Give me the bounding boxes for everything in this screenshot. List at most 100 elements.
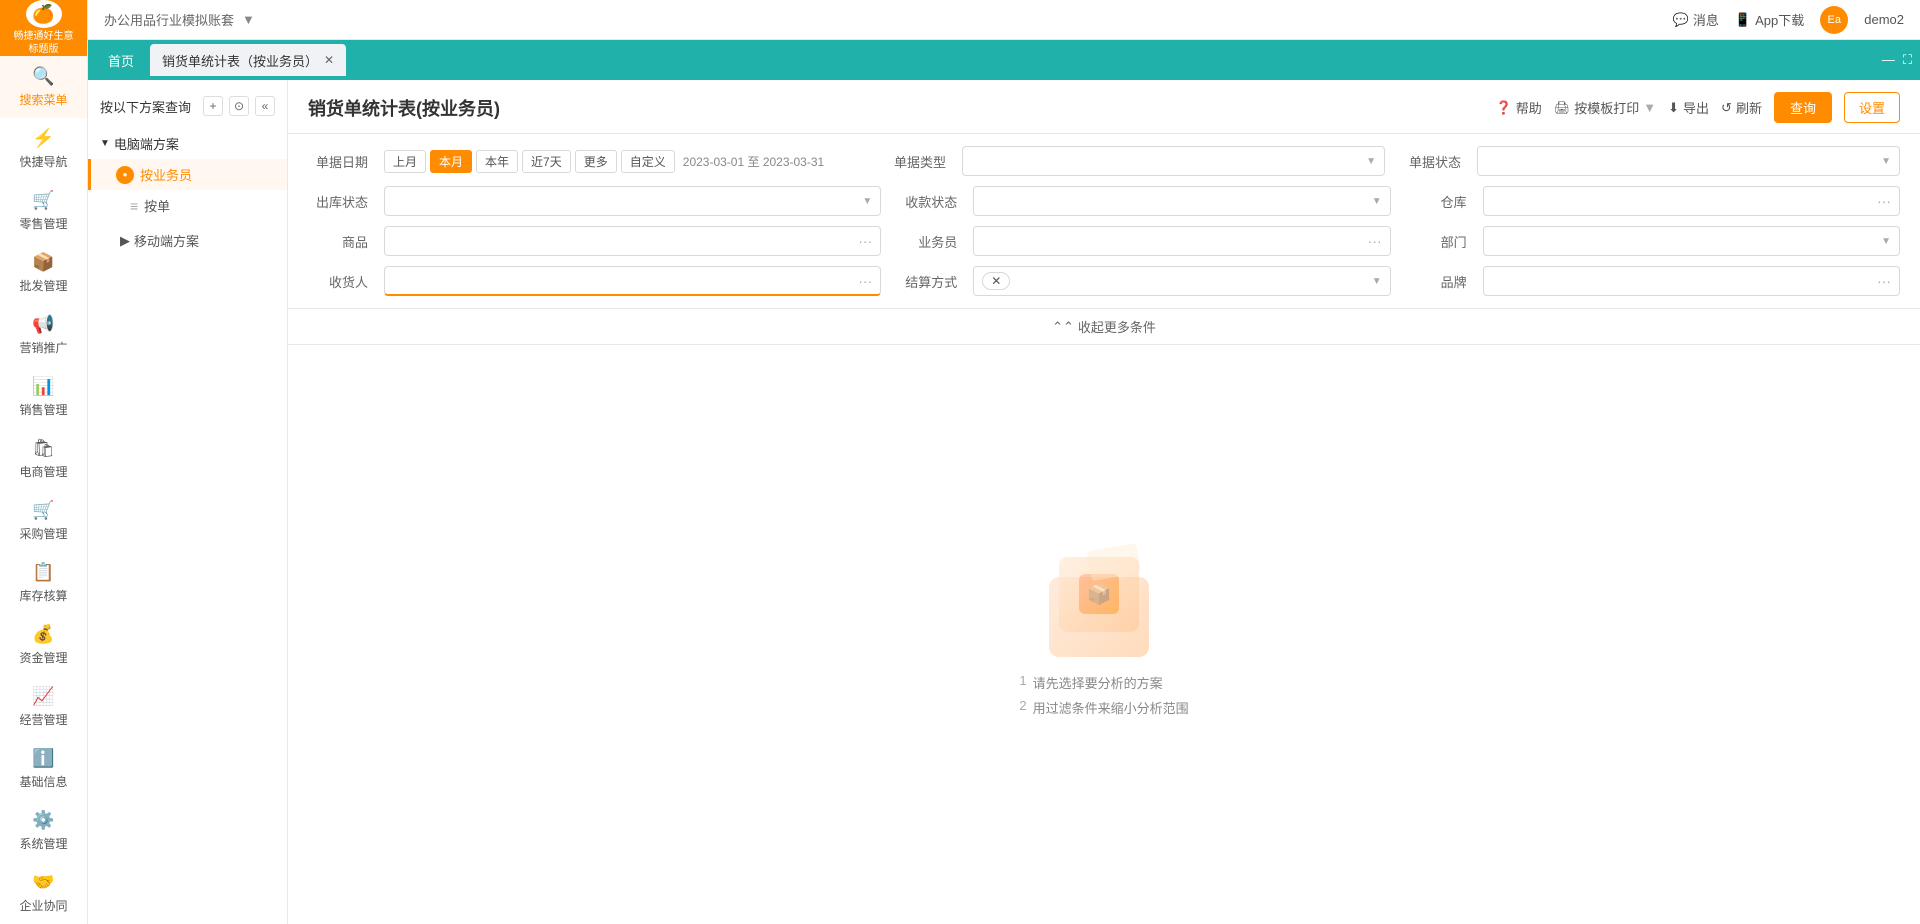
- item-salesperson-label: 按业务员: [140, 165, 192, 184]
- sidebar-item-operation[interactable]: 📈 经营管理: [0, 676, 88, 738]
- date-btn-last-month[interactable]: 上月: [384, 150, 426, 173]
- active-indicator-dot: ●: [116, 166, 134, 184]
- sidebar-item-inventory[interactable]: 📋 库存核算: [0, 552, 88, 614]
- collapse-more-btn[interactable]: ⌃⌃ 收起更多条件: [1052, 317, 1156, 336]
- filter-area: 单据日期 上月 本月 本年 近7天 更多 自定义 2023-03-01 至 20…: [288, 134, 1920, 309]
- left-panel-add-btn[interactable]: +: [203, 96, 223, 116]
- help-label: 帮助: [1516, 98, 1542, 117]
- outbound-input[interactable]: ▼: [384, 186, 881, 216]
- sidebar-item-ecommerce-label: 电商管理: [19, 463, 67, 480]
- retail-icon: 🛒: [32, 190, 54, 211]
- left-panel-section-mobile[interactable]: ▶ 移动端方案: [88, 225, 287, 256]
- query-btn[interactable]: 查询: [1774, 92, 1832, 123]
- enterprise-icon: 🤝: [32, 872, 54, 893]
- right-panel: 销货单统计表(按业务员) ❓ 帮助 🖨 按模板打印 ▼ ⬇: [288, 80, 1920, 924]
- help-btn[interactable]: ❓ 帮助: [1496, 98, 1542, 117]
- date-filter-group: 上月 本月 本年 近7天 更多 自定义 2023-03-01 至 2023-03…: [384, 150, 870, 173]
- sidebar-item-wholesale[interactable]: 📦 批发管理: [0, 242, 88, 304]
- print-btn[interactable]: 🖨 按模板打印 ▼: [1554, 98, 1656, 117]
- sidebar-item-shortcut[interactable]: ⚡ 快捷导航: [0, 118, 88, 180]
- avatar-initials: Ea: [1828, 14, 1841, 26]
- consignee-label: 收货人: [308, 272, 368, 291]
- salesperson-dots[interactable]: ···: [1368, 233, 1382, 249]
- tab-maximize-icon[interactable]: ⛶: [1903, 52, 1912, 68]
- date-btn-more[interactable]: 更多: [575, 150, 617, 173]
- brand-label: 品牌: [1407, 272, 1467, 291]
- sidebar-item-purchase[interactable]: 🛒 采购管理: [0, 490, 88, 552]
- bill-type-label: 单据类型: [886, 152, 946, 171]
- brand-input[interactable]: ···: [1483, 266, 1900, 296]
- payment-label: 收款状态: [897, 192, 957, 211]
- top-header-right: 💬 消息 📱 App下载 Ea demo2: [1673, 6, 1904, 34]
- settlement-tag-x[interactable]: ✕: [991, 274, 1001, 288]
- empty-hint-2: 2 用过滤条件来缩小分析范围: [1019, 698, 1188, 717]
- tab-sales-report[interactable]: 销货单统计表（按业务员） ✕: [150, 44, 346, 76]
- bill-status-input[interactable]: ▼: [1477, 146, 1900, 176]
- sidebar-item-shortcut-label: 快捷导航: [19, 153, 67, 170]
- left-panel-section-desktop: ▼ 电脑端方案 ● 按业务员 ≡ 按单: [88, 124, 287, 225]
- bill-type-input[interactable]: ▼: [962, 146, 1385, 176]
- bill-status-arrow: ▼: [1881, 156, 1891, 167]
- tab-minimize-icon[interactable]: —: [1882, 52, 1895, 68]
- export-btn[interactable]: ⬇ 导出: [1668, 98, 1709, 117]
- date-range-text: 2023-03-01 至 2023-03-31: [683, 153, 824, 170]
- salesperson-label: 业务员: [897, 232, 957, 251]
- sidebar-item-search[interactable]: 🔍 搜索菜单: [0, 56, 88, 118]
- date-btn-this-year[interactable]: 本年: [476, 150, 518, 173]
- sidebar-item-system[interactable]: ⚙️ 系统管理: [0, 800, 88, 862]
- consignee-input[interactable]: ···: [384, 266, 881, 296]
- message-btn[interactable]: 💬 消息: [1673, 10, 1719, 29]
- sidebar-item-operation-label: 经营管理: [19, 711, 67, 728]
- brand-dots[interactable]: ···: [1877, 273, 1891, 289]
- payment-arrow: ▼: [1372, 196, 1382, 207]
- sidebar-item-basic-label: 基础信息: [19, 773, 67, 790]
- collapse-row: ⌃⌃ 收起更多条件: [288, 309, 1920, 345]
- sidebar-item-marketing[interactable]: 📢 营销推广: [0, 304, 88, 366]
- salesperson-input[interactable]: ···: [973, 226, 1390, 256]
- empty-illustration: 📦: [1039, 547, 1169, 657]
- settings-btn[interactable]: 设置: [1844, 92, 1900, 123]
- sidebar-item-enterprise[interactable]: 🤝 企业协同: [0, 862, 88, 924]
- basic-icon: ℹ️: [32, 748, 54, 769]
- sidebar-item-ecommerce[interactable]: 🛍 电商管理: [0, 428, 88, 490]
- warehouse-dots[interactable]: ···: [1877, 193, 1891, 209]
- breadcrumb-dropdown-arrow[interactable]: ▼: [242, 12, 255, 27]
- message-label: 消息: [1693, 10, 1719, 29]
- tab-close-icon[interactable]: ✕: [324, 53, 334, 67]
- tab-home[interactable]: 首页: [96, 44, 146, 76]
- left-panel-item-bill[interactable]: ≡ 按单: [88, 190, 287, 221]
- refresh-btn[interactable]: ↺ 刷新: [1721, 98, 1762, 117]
- date-btn-this-month[interactable]: 本月: [430, 150, 472, 173]
- sidebar-item-retail[interactable]: 🛒 零售管理: [0, 180, 88, 242]
- user-label[interactable]: demo2: [1864, 12, 1904, 27]
- department-input[interactable]: ▼: [1483, 226, 1900, 256]
- consignee-dots[interactable]: ···: [858, 273, 872, 289]
- goods-input[interactable]: ···: [384, 226, 881, 256]
- finance-icon: 💰: [32, 624, 54, 645]
- settlement-input[interactable]: ✕ ▼: [973, 266, 1390, 296]
- sidebar-item-basic[interactable]: ℹ️ 基础信息: [0, 738, 88, 800]
- app-download-btn[interactable]: 📱 App下载: [1735, 10, 1804, 29]
- sidebar-logo-text: 畅捷通好生意: [14, 30, 74, 43]
- illustration-box-front: 📦: [1079, 574, 1119, 614]
- warehouse-input[interactable]: ···: [1483, 186, 1900, 216]
- left-panel-collapse-btn[interactable]: «: [255, 96, 275, 116]
- date-btn-7days[interactable]: 近7天: [522, 150, 571, 173]
- warehouse-label: 仓库: [1407, 192, 1467, 211]
- left-panel-settings-btn[interactable]: ⊙: [229, 96, 249, 116]
- left-panel: 按以下方案查询 + ⊙ « ▼ 电脑端方案 ● 按业务员 ≡ 按: [88, 80, 288, 924]
- left-panel-item-salesperson[interactable]: ● 按业务员: [88, 159, 287, 190]
- left-panel-section-desktop-header[interactable]: ▼ 电脑端方案: [88, 128, 287, 159]
- outbound-arrow: ▼: [862, 196, 872, 207]
- date-btn-custom[interactable]: 自定义: [621, 150, 675, 173]
- main-area: 办公用品行业模拟账套 ▼ 💬 消息 📱 App下载 Ea demo2 首页 销货…: [88, 0, 1920, 924]
- sidebar-logo[interactable]: 🍊 畅捷通好生意 标题版: [0, 0, 88, 56]
- filter-row-1: 单据日期 上月 本月 本年 近7天 更多 自定义 2023-03-01 至 20…: [308, 146, 1900, 176]
- goods-dots[interactable]: ···: [858, 233, 872, 249]
- avatar[interactable]: Ea: [1820, 6, 1848, 34]
- payment-input[interactable]: ▼: [973, 186, 1390, 216]
- hint-2-text: 用过滤条件来缩小分析范围: [1033, 698, 1189, 717]
- hint-1-num: 1: [1019, 673, 1026, 688]
- sidebar-item-sales[interactable]: 📊 销售管理: [0, 366, 88, 428]
- sidebar-item-finance[interactable]: 💰 资金管理: [0, 614, 88, 676]
